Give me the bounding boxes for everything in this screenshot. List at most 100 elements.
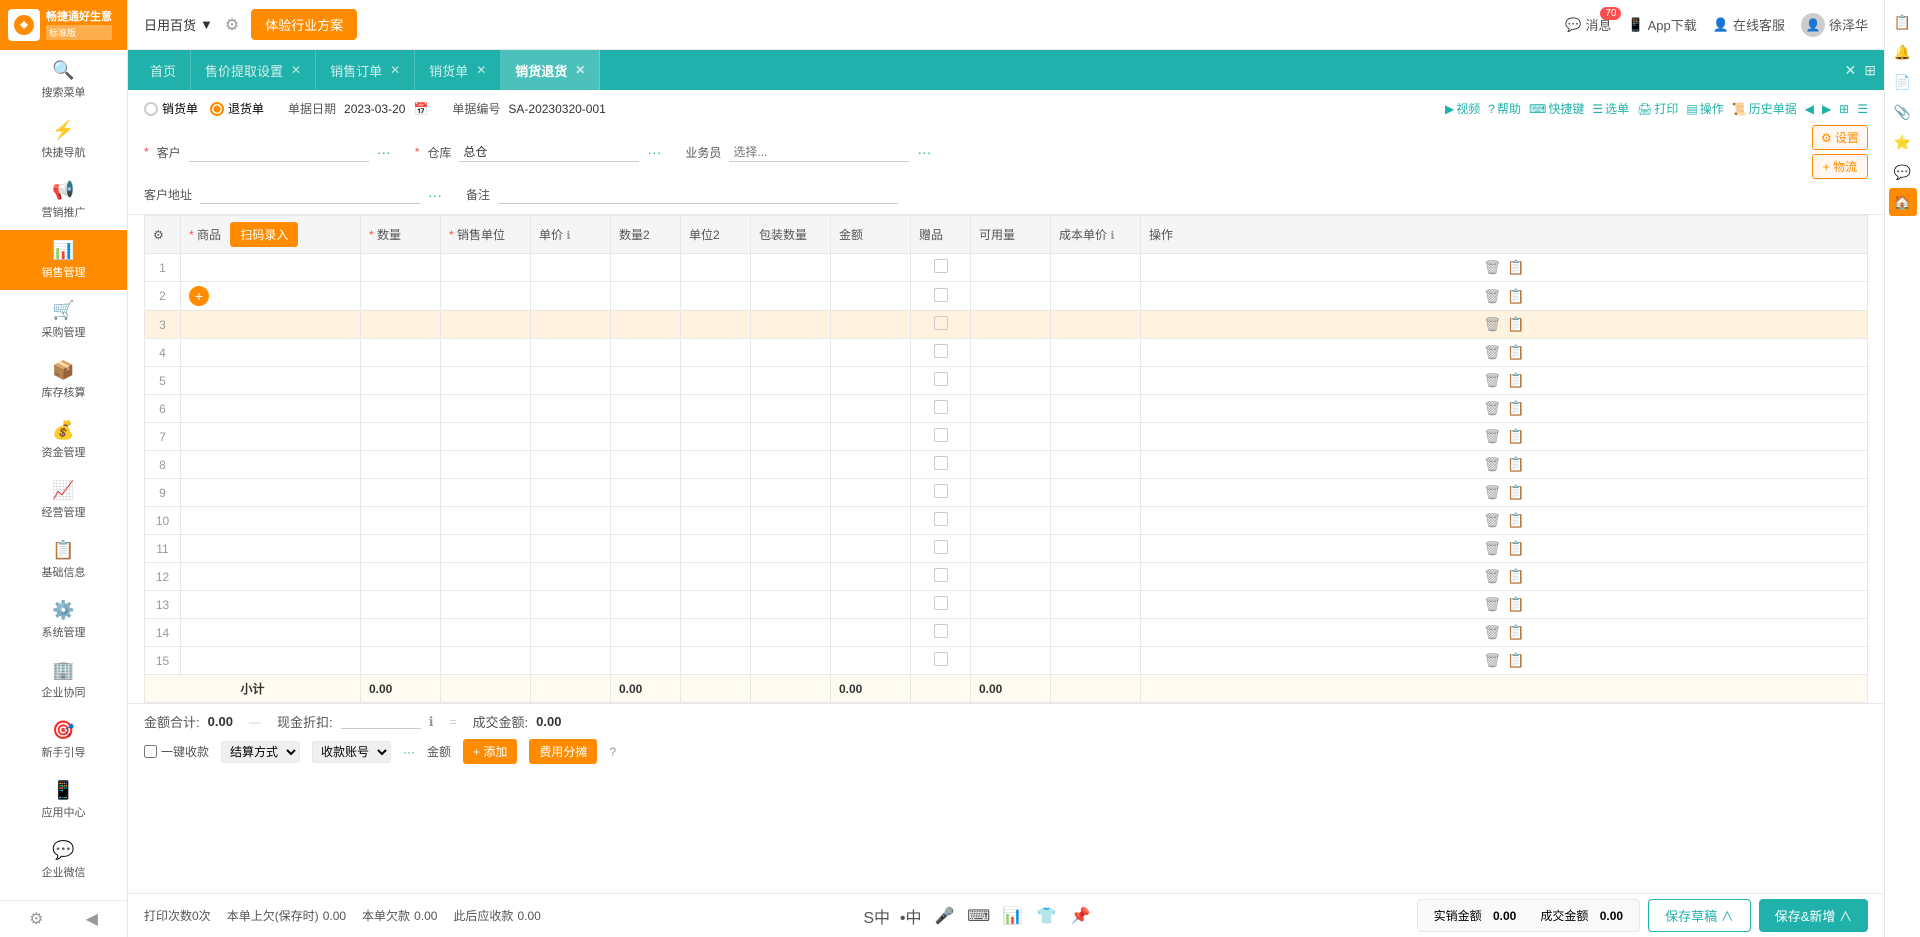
copy-row-btn[interactable]: 📋 — [1507, 540, 1524, 557]
online-service-btn[interactable]: 👤 在线客服 — [1713, 15, 1785, 34]
unit2-cell[interactable] — [681, 591, 751, 619]
amount-cell[interactable] — [831, 423, 911, 451]
price-cell[interactable] — [531, 395, 611, 423]
qty-cell[interactable] — [361, 619, 441, 647]
unit-cell[interactable] — [441, 563, 531, 591]
qty-cell[interactable] — [361, 311, 441, 339]
user-menu[interactable]: 👤 徐泽华 — [1801, 13, 1868, 37]
sidebar-item-sales[interactable]: 📊 销售管理 — [0, 230, 127, 290]
unit2-cell[interactable] — [681, 535, 751, 563]
delete-row-btn[interactable]: 🗑 — [1483, 344, 1501, 361]
unit-cell[interactable] — [441, 591, 531, 619]
available-cell[interactable] — [971, 647, 1051, 675]
toolbar-chart-btn[interactable]: 📊 — [999, 902, 1027, 930]
topbar-settings-icon[interactable]: ⚙ — [225, 15, 239, 35]
price-cell[interactable] — [531, 339, 611, 367]
available-cell[interactable] — [971, 479, 1051, 507]
copy-row-btn[interactable]: 📋 — [1507, 512, 1524, 529]
gift-cell[interactable] — [911, 451, 971, 479]
video-link[interactable]: ▶ 视频 — [1445, 100, 1480, 117]
unit2-cell[interactable] — [681, 282, 751, 311]
qty2-cell[interactable] — [611, 282, 681, 311]
sidebar-item-marketing[interactable]: 📢 营销推广 — [0, 170, 127, 230]
toolbar-shirt-btn[interactable]: 👕 — [1033, 902, 1061, 930]
gift-checkbox[interactable] — [934, 568, 948, 582]
salesperson-dots-btn[interactable]: ··· — [917, 144, 931, 160]
price-cell[interactable] — [531, 367, 611, 395]
unit2-cell[interactable] — [681, 395, 751, 423]
delete-row-btn[interactable]: 🗑 — [1483, 596, 1501, 613]
cost-price-cell[interactable] — [1051, 535, 1141, 563]
logistics-btn[interactable]: + 物流 — [1812, 154, 1868, 179]
tab-sales-return[interactable]: 销货退货 ✕ — [501, 50, 600, 90]
delete-row-btn[interactable]: 🗑 — [1483, 288, 1501, 305]
amount-cell[interactable] — [831, 591, 911, 619]
gift-cell[interactable] — [911, 507, 971, 535]
fee-help-icon[interactable]: ? — [609, 745, 616, 759]
pack-qty-cell[interactable] — [751, 339, 831, 367]
unit-cell[interactable] — [441, 395, 531, 423]
pack-qty-cell[interactable] — [751, 591, 831, 619]
tab-delivery-close[interactable]: ✕ — [476, 63, 486, 77]
gift-cell[interactable] — [911, 479, 971, 507]
address-input[interactable] — [200, 185, 420, 204]
tab-home[interactable]: 首页 — [136, 50, 191, 90]
gift-checkbox[interactable] — [934, 484, 948, 498]
qty-cell[interactable] — [361, 591, 441, 619]
print-link[interactable]: 🖨 打印 — [1637, 100, 1678, 117]
available-cell[interactable] — [971, 395, 1051, 423]
pack-qty-cell[interactable] — [751, 535, 831, 563]
pack-qty-cell[interactable] — [751, 282, 831, 311]
unit-cell[interactable] — [441, 647, 531, 675]
cost-price-cell[interactable] — [1051, 367, 1141, 395]
qty-cell[interactable] — [361, 395, 441, 423]
gift-checkbox[interactable] — [934, 652, 948, 666]
account-select[interactable]: 收款账号 — [312, 741, 391, 763]
pack-qty-cell[interactable] — [751, 311, 831, 339]
onepay-cb[interactable] — [144, 745, 157, 758]
radio-return[interactable]: 退货单 — [210, 100, 264, 117]
product-cell[interactable] — [181, 479, 361, 507]
sidebar-item-corpwechat[interactable]: 💬 企业微信 — [0, 830, 127, 890]
delete-row-btn[interactable]: 🗑 — [1483, 540, 1501, 557]
copy-row-btn[interactable]: 📋 — [1507, 624, 1524, 641]
amount-cell[interactable] — [831, 479, 911, 507]
unit-cell[interactable] — [441, 423, 531, 451]
available-cell[interactable] — [971, 619, 1051, 647]
unit2-cell[interactable] — [681, 311, 751, 339]
price-cell[interactable] — [531, 591, 611, 619]
qty-cell[interactable] — [361, 339, 441, 367]
save-draft-btn[interactable]: 保存草稿 ∧ — [1648, 899, 1751, 932]
gift-checkbox[interactable] — [934, 400, 948, 414]
pack-qty-cell[interactable] — [751, 395, 831, 423]
amount-cell[interactable] — [831, 647, 911, 675]
amount-cell[interactable] — [831, 451, 911, 479]
toolbar-s-btn[interactable]: S中 — [863, 902, 891, 930]
amount-cell[interactable] — [831, 563, 911, 591]
pack-qty-cell[interactable] — [751, 423, 831, 451]
warehouse-dots-btn[interactable]: ··· — [647, 144, 661, 160]
qty-cell[interactable] — [361, 647, 441, 675]
cost-price-cell[interactable] — [1051, 395, 1141, 423]
available-cell[interactable] — [971, 563, 1051, 591]
sidebar-item-newguide[interactable]: 🎯 新手引导 — [0, 710, 127, 770]
copy-row-btn[interactable]: 📋 — [1507, 400, 1524, 417]
gift-checkbox[interactable] — [934, 344, 948, 358]
unit-cell[interactable] — [441, 535, 531, 563]
gift-cell[interactable] — [911, 367, 971, 395]
tab-return-close[interactable]: ✕ — [575, 63, 585, 77]
sidebar-item-purchase[interactable]: 🛒 采购管理 — [0, 290, 127, 350]
product-cell[interactable] — [181, 339, 361, 367]
tab-sales-order-close[interactable]: ✕ — [390, 63, 400, 77]
pack-qty-cell[interactable] — [751, 619, 831, 647]
select-link[interactable]: ☰ 选单 — [1592, 100, 1629, 117]
sidebar-item-basic[interactable]: 📋 基础信息 — [0, 530, 127, 590]
copy-row-btn[interactable]: 📋 — [1507, 372, 1524, 389]
right-btn-7[interactable]: 🏠 — [1889, 188, 1917, 216]
gift-checkbox[interactable] — [934, 512, 948, 526]
settlement-select[interactable]: 结算方式 — [221, 741, 300, 763]
unit-cell[interactable] — [441, 367, 531, 395]
copy-row-btn[interactable]: 📋 — [1507, 428, 1524, 445]
price-cell[interactable] — [531, 535, 611, 563]
customer-dots-btn[interactable]: ··· — [377, 144, 391, 160]
